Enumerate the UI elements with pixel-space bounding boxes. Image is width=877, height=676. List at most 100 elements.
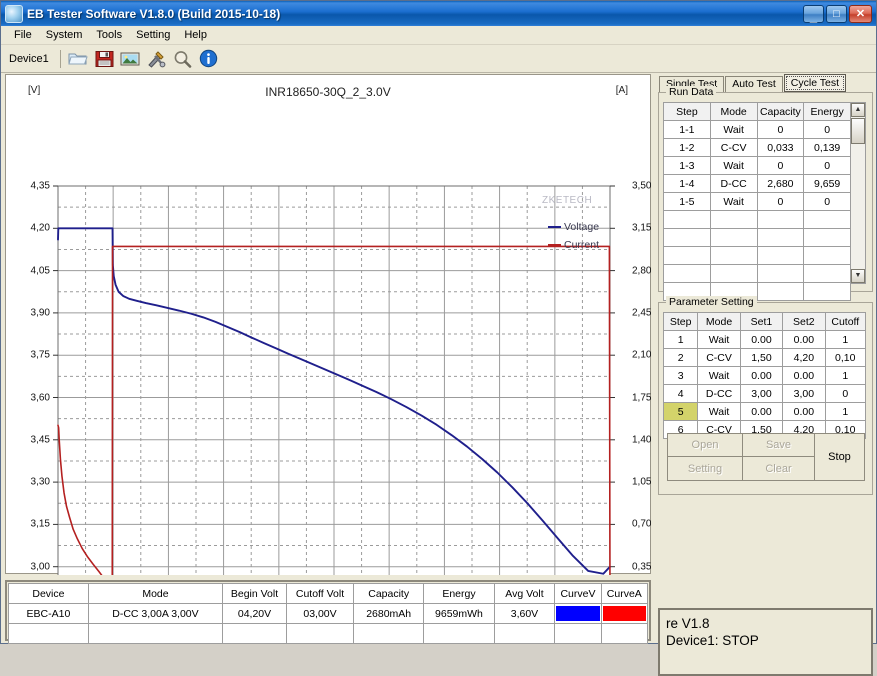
table-row[interactable]: 1-2C-CV0,0330,139 — [664, 139, 851, 157]
menu-bar: File System Tools Setting Help — [1, 26, 876, 45]
parameter-cell-set2: 3,00 — [783, 385, 825, 403]
zoom-icon[interactable] — [171, 48, 194, 70]
run-data-cell-capacity: 0 — [757, 157, 804, 175]
run-data-cell-mode — [710, 211, 757, 229]
close-button[interactable]: ✕ — [849, 5, 872, 23]
run-data-col-mode: Mode — [710, 103, 757, 121]
run-data-cell-capacity — [757, 229, 804, 247]
parameter-col-set2: Set2 — [783, 313, 825, 331]
table-row[interactable] — [664, 247, 851, 265]
summary-cell-device: EBC-A10 — [9, 604, 89, 624]
run-data-cell-energy — [804, 211, 851, 229]
run-data-cell-step — [664, 229, 711, 247]
scroll-down-icon[interactable]: ▼ — [851, 269, 865, 283]
parameter-col-step: Step — [664, 313, 698, 331]
run-data-cell-mode — [710, 247, 757, 265]
parameter-col-set1: Set1 — [740, 313, 782, 331]
table-row[interactable]: 5Wait0.000.001 — [664, 403, 866, 421]
run-data-table[interactable]: Step Mode Capacity Energy 1-1Wait001-2C-… — [663, 102, 851, 301]
run-data-cell-capacity: 0 — [757, 121, 804, 139]
tab-auto-test[interactable]: Auto Test — [725, 76, 783, 92]
clear-button[interactable]: Clear — [743, 457, 815, 481]
close-icon: ✕ — [850, 6, 871, 22]
open-folder-icon[interactable] — [67, 48, 90, 70]
run-data-cell-step: 1-3 — [664, 157, 711, 175]
curve-v-color-swatch — [556, 606, 599, 621]
summary-cell-mode: D-CC 3,00A 3,00V — [88, 604, 222, 624]
run-data-cell-step: 1-2 — [664, 139, 711, 157]
status-box: re V1.8 Device1: STOP — [658, 608, 873, 676]
run-data-cell-energy: 9,659 — [804, 175, 851, 193]
tab-cycle-test[interactable]: Cycle Test — [784, 74, 846, 92]
run-data-scrollbar[interactable]: ▲ ▼ — [851, 102, 866, 284]
run-data-cell-mode — [710, 229, 757, 247]
parameter-header-row: Step Mode Set1 Set2 Cutoff — [664, 313, 866, 331]
parameter-cell-mode: Wait — [698, 367, 740, 385]
table-row[interactable]: 4D-CC3,003,000 — [664, 385, 866, 403]
minimize-icon: _ — [804, 6, 823, 22]
tools-icon[interactable] — [145, 48, 168, 70]
parameter-setting-group-label: Parameter Setting — [666, 296, 757, 308]
summary-cell-avg-volt: 3,60V — [494, 604, 555, 624]
parameter-col-mode: Mode — [698, 313, 740, 331]
save-button[interactable]: Save — [743, 433, 815, 457]
open-button[interactable]: Open — [667, 433, 743, 457]
summary-cell-energy: 9659mWh — [424, 604, 494, 624]
run-data-cell-mode: Wait — [710, 193, 757, 211]
table-row[interactable] — [664, 211, 851, 229]
menu-item-system[interactable]: System — [39, 28, 90, 42]
stop-button[interactable]: Stop — [815, 433, 865, 481]
run-data-group: Run Data Step Mode Capacity Energy 1-1Wa… — [658, 92, 873, 292]
summary-cell-curvev[interactable] — [555, 604, 601, 624]
scrollbar-thumb[interactable] — [851, 118, 865, 144]
parameter-cell-set1: 0.00 — [740, 367, 782, 385]
parameter-cell-set1: 1,50 — [740, 349, 782, 367]
run-data-group-label: Run Data — [666, 86, 716, 98]
run-data-cell-capacity — [757, 283, 804, 301]
table-row[interactable]: EBC-A10 D-CC 3,00A 3,00V 04,20V 03,00V 2… — [9, 604, 648, 624]
parameter-buttons: Open Setting Save Clear Stop — [667, 433, 865, 481]
table-row[interactable]: 1Wait0.000.001 — [664, 331, 866, 349]
chart-panel[interactable]: [V] [A] INR18650-30Q_2_3.0V 4,354,204,05… — [5, 74, 651, 574]
run-data-cell-energy — [804, 283, 851, 301]
run-data-col-step: Step — [664, 103, 711, 121]
legend-label-voltage: Voltage — [564, 221, 599, 233]
chart-x-axis-labels: 00:00:0000:06:0400:12:0900:18:1300:24:18… — [6, 75, 652, 575]
run-data-cell-energy — [804, 229, 851, 247]
summary-cell-curvea[interactable] — [601, 604, 647, 624]
run-data-cell-step: 1-4 — [664, 175, 711, 193]
summary-col-cutoff-volt: Cutoff Volt — [286, 584, 353, 604]
menu-item-tools[interactable]: Tools — [89, 28, 129, 42]
menu-item-setting[interactable]: Setting — [129, 28, 177, 42]
parameter-setting-table[interactable]: Step Mode Set1 Set2 Cutoff 1Wait0.000.00… — [663, 312, 866, 439]
summary-table: Device Mode Begin Volt Cutoff Volt Capac… — [8, 583, 648, 644]
parameter-cell-set2: 0.00 — [783, 367, 825, 385]
summary-col-device: Device — [9, 584, 89, 604]
run-data-col-energy: Energy — [804, 103, 851, 121]
table-row[interactable]: 1-5Wait00 — [664, 193, 851, 211]
toolbar-device-label: Device1 — [5, 52, 54, 66]
parameter-cell-mode: C-CV — [698, 349, 740, 367]
table-row[interactable] — [664, 229, 851, 247]
info-icon[interactable] — [197, 48, 220, 70]
table-row[interactable]: 1-4D-CC2,6809,659 — [664, 175, 851, 193]
table-row[interactable]: 1-1Wait00 — [664, 121, 851, 139]
table-row-empty[interactable] — [9, 624, 648, 644]
menu-item-file[interactable]: File — [7, 28, 39, 42]
run-data-cell-step — [664, 247, 711, 265]
table-row[interactable] — [664, 265, 851, 283]
minimize-button[interactable]: _ — [803, 5, 824, 23]
table-row[interactable]: 3Wait0.000.001 — [664, 367, 866, 385]
table-row[interactable]: 2C-CV1,504,200,10 — [664, 349, 866, 367]
scroll-up-icon[interactable]: ▲ — [851, 103, 865, 117]
maximize-button[interactable]: □ — [826, 5, 847, 23]
save-floppy-icon[interactable] — [93, 48, 116, 70]
status-line-device: Device1: STOP — [666, 632, 865, 649]
menu-item-help[interactable]: Help — [177, 28, 214, 42]
setting-button[interactable]: Setting — [667, 457, 743, 481]
summary-col-begin-volt: Begin Volt — [223, 584, 287, 604]
table-row[interactable]: 1-3Wait00 — [664, 157, 851, 175]
picture-icon[interactable] — [119, 48, 142, 70]
run-data-cell-step: 1-1 — [664, 121, 711, 139]
summary-col-capacity: Capacity — [354, 584, 424, 604]
